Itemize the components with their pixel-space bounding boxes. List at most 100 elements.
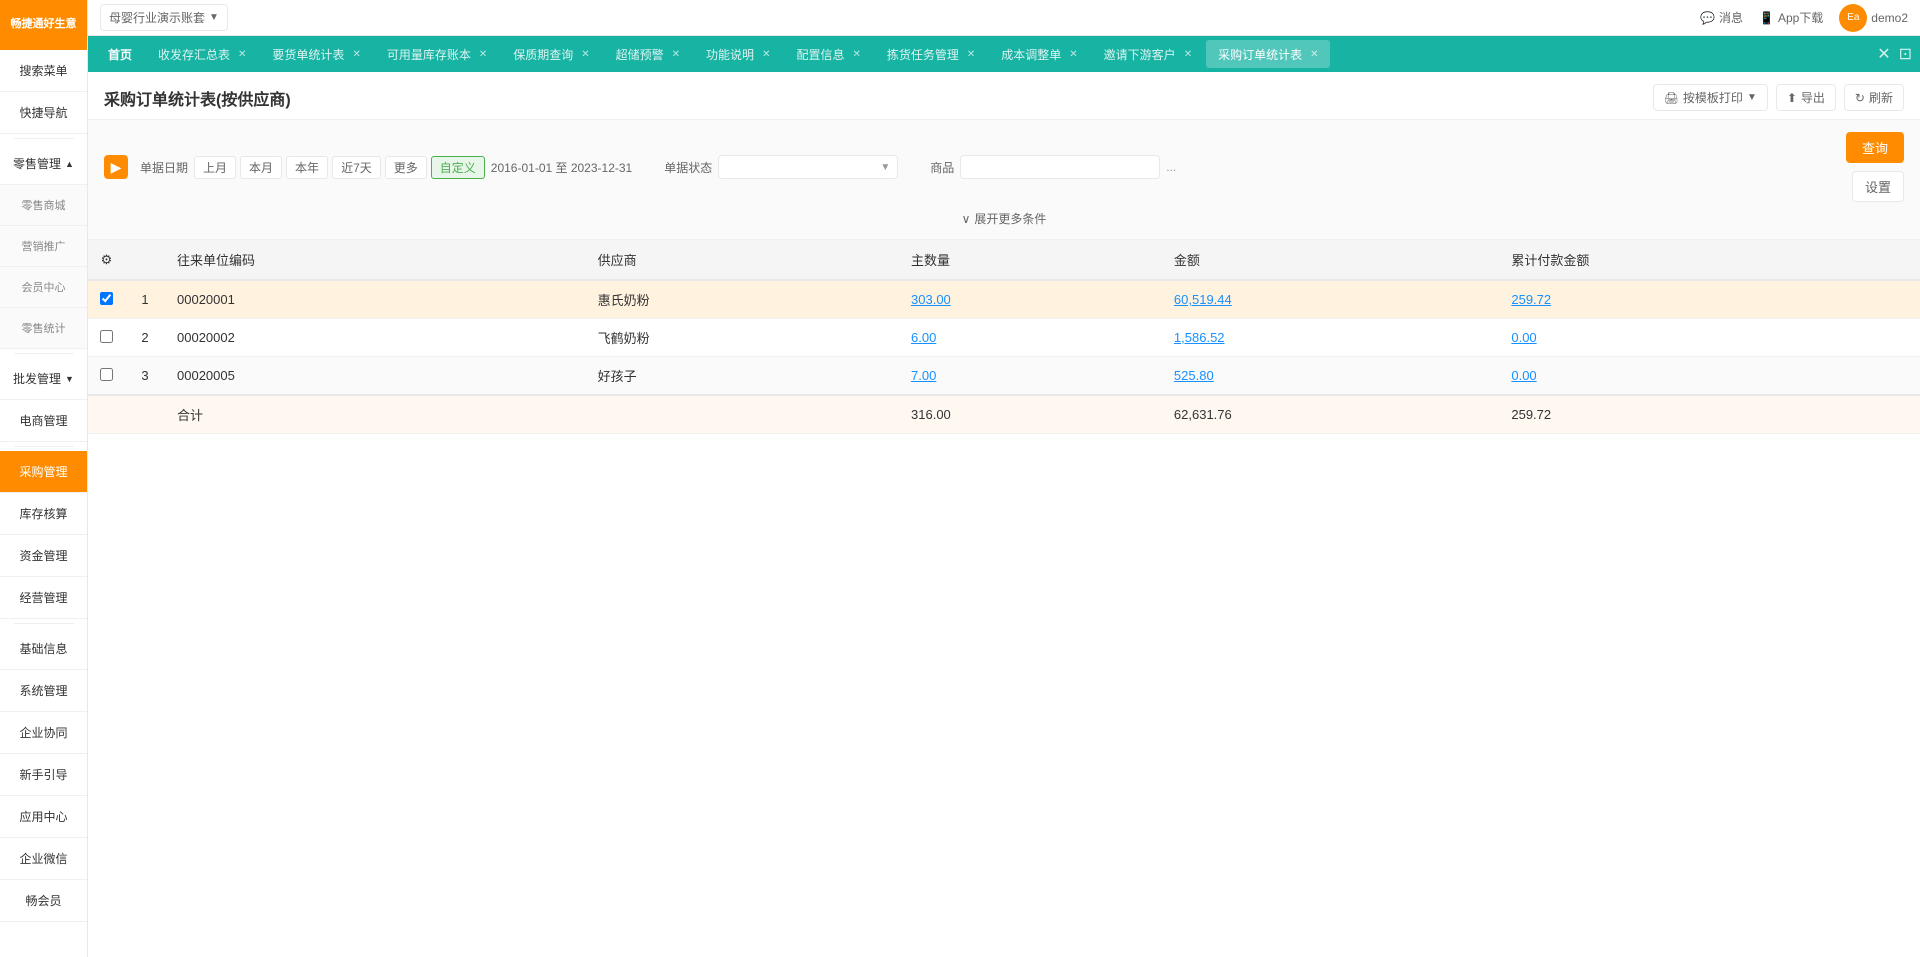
th-amount[interactable]: 金额 (1162, 240, 1499, 280)
sidebar-item-purchase[interactable]: 采购管理 (0, 451, 88, 493)
tab-close-caigou[interactable]: ✕ (1310, 49, 1318, 60)
tab-close-chengbentiaozhen[interactable]: ✕ (1069, 49, 1077, 60)
workspace-selector[interactable]: 母婴行业演示账套 ▼ (100, 4, 228, 31)
footer-empty (88, 395, 165, 434)
tab-close-yaoqing[interactable]: ✕ (1184, 49, 1192, 60)
tab-close-chaochuyujing[interactable]: ✕ (672, 49, 680, 60)
tab-baoyuanqi[interactable]: 保质期查询 ✕ (501, 40, 601, 68)
tab-close-baoyuanqi[interactable]: ✕ (581, 49, 589, 60)
expand-conditions-btn[interactable]: ∨ 展开更多条件 (962, 210, 1047, 227)
sidebar-item-retail[interactable]: 零售管理 ▲ (0, 143, 88, 185)
template-print-button[interactable]: 🖨 按模板打印 ▼ (1653, 84, 1768, 111)
sidebar-item-finance[interactable]: 资金管理 (0, 535, 88, 577)
td-paid-2[interactable]: 0.00 (1499, 319, 1920, 357)
row-checkbox-2[interactable] (100, 330, 113, 343)
sidebar-item-wholesale[interactable]: 批发管理 ▼ (0, 358, 88, 400)
th-paid[interactable]: 累计付款金额 (1499, 240, 1920, 280)
tab-close-keyongliang[interactable]: ✕ (479, 49, 487, 60)
app-download-btn[interactable]: 📱 App下载 (1759, 9, 1823, 26)
more-filter-btn[interactable]: ... (1166, 160, 1176, 174)
sidebar-item-marketing[interactable]: 营销推广 (0, 226, 88, 267)
date-option-this-year[interactable]: 本年 (286, 156, 328, 179)
status-select[interactable]: 全部 已审核 待审核 (718, 155, 898, 179)
sidebar-item-basic-info[interactable]: 基础信息 (0, 628, 88, 670)
tab-home[interactable]: 首页 (96, 40, 144, 68)
table-row[interactable]: 1 00020001 惠氏奶粉 303.00 60,519.44 259.72 (88, 280, 1920, 319)
refresh-button[interactable]: ↻ 刷新 (1844, 84, 1904, 111)
td-check-1[interactable] (88, 280, 125, 319)
tab-gongneng[interactable]: 功能说明 ✕ (694, 40, 782, 68)
td-check-3[interactable] (88, 357, 125, 396)
td-num-2: 2 (125, 319, 165, 357)
th-supplier[interactable]: 供应商 (586, 240, 899, 280)
sidebar-item-app-center[interactable]: 应用中心 (0, 796, 88, 838)
td-amount-2[interactable]: 1,586.52 (1162, 319, 1499, 357)
row-checkbox-1[interactable] (100, 292, 113, 305)
sidebar-item-ecommerce[interactable]: 电商管理 (0, 400, 88, 442)
tab-caigou[interactable]: 采购订单统计表 ✕ (1206, 40, 1330, 68)
th-code[interactable]: 往来单位编码 (165, 240, 586, 280)
tab-yaoqing[interactable]: 邀请下游客户 ✕ (1092, 40, 1204, 68)
date-option-this-month[interactable]: 本月 (240, 156, 282, 179)
td-amount-1[interactable]: 60,519.44 (1162, 280, 1499, 319)
refresh-icon: ↻ (1855, 91, 1865, 105)
tab-close-yaohuodantongji[interactable]: ✕ (352, 49, 360, 60)
sidebar-item-inventory[interactable]: 库存核算 (0, 493, 88, 535)
sidebar-item-wechat[interactable]: 企业微信 (0, 838, 88, 880)
sidebar-item-operations[interactable]: 经营管理 (0, 577, 88, 619)
row-checkbox-3[interactable] (100, 368, 113, 381)
date-option-more[interactable]: 更多 (385, 156, 427, 179)
td-quantity-2[interactable]: 6.00 (899, 319, 1162, 357)
tab-restore-icon[interactable]: ⊡ (1899, 44, 1912, 64)
table-row[interactable]: 3 00020005 好孩子 7.00 525.80 0.00 (88, 357, 1920, 396)
tab-close-gongneng[interactable]: ✕ (762, 49, 770, 60)
sidebar-item-member[interactable]: 会员中心 (0, 267, 88, 308)
tab-keyongliang[interactable]: 可用量库存账本 ✕ (375, 40, 499, 68)
page-title: 采购订单统计表(按供应商) (104, 86, 291, 110)
tab-close-all-icon[interactable]: ✕ (1877, 44, 1890, 64)
td-paid-1[interactable]: 259.72 (1499, 280, 1920, 319)
page-content: 采购订单统计表(按供应商) 🖨 按模板打印 ▼ ⬆ 导出 ↻ 刷新 (88, 72, 1920, 957)
sidebar-item-retail-shop[interactable]: 零售商城 (0, 185, 88, 226)
sidebar-item-vip[interactable]: 畅会员 (0, 880, 88, 922)
th-quantity[interactable]: 主数量 (899, 240, 1162, 280)
tab-shoufahuizong[interactable]: 收发存汇总表 ✕ (146, 40, 258, 68)
query-button[interactable]: 查询 (1846, 132, 1904, 163)
td-amount-3[interactable]: 525.80 (1162, 357, 1499, 396)
tab-peizhi[interactable]: 配置信息 ✕ (784, 40, 872, 68)
th-gear[interactable]: ⚙ (88, 240, 125, 280)
filter-toggle-btn[interactable]: ▶ (104, 155, 128, 179)
td-check-2[interactable] (88, 319, 125, 357)
sidebar-item-system[interactable]: 系统管理 (0, 670, 88, 712)
td-supplier-2: 飞鹤奶粉 (586, 319, 899, 357)
tab-chaochuyujing[interactable]: 超储预警 ✕ (604, 40, 692, 68)
product-filter-label: 商品 (930, 159, 954, 176)
sidebar-item-quick-nav[interactable]: 快捷导航 (0, 92, 88, 134)
tab-close-peihuorenwu[interactable]: ✕ (967, 49, 975, 60)
sidebar-item-retail-stats[interactable]: 零售统计 (0, 308, 88, 349)
table-row[interactable]: 2 00020002 飞鹤奶粉 6.00 1,586.52 0.00 (88, 319, 1920, 357)
tab-close-shoufahuizong[interactable]: ✕ (238, 49, 246, 60)
sidebar-item-newbie[interactable]: 新手引导 (0, 754, 88, 796)
date-option-7days[interactable]: 近7天 (332, 156, 381, 179)
settings-button[interactable]: 设置 (1852, 171, 1904, 202)
message-btn[interactable]: 💬 消息 (1700, 9, 1743, 26)
table-area: ⚙ 往来单位编码 供应商 主数量 金额 累计付款金额 (88, 240, 1920, 957)
td-paid-3[interactable]: 0.00 (1499, 357, 1920, 396)
workspace-label: 母婴行业演示账套 (109, 9, 205, 26)
print-icon: 🖨 (1664, 91, 1679, 105)
date-option-last-month[interactable]: 上月 (194, 156, 236, 179)
export-button[interactable]: ⬆ 导出 (1776, 84, 1836, 111)
tab-peihuorenwu[interactable]: 拣货任务管理 ✕ (875, 40, 987, 68)
sidebar-item-enterprise[interactable]: 企业协同 (0, 712, 88, 754)
date-options: 上月 本月 本年 近7天 更多 自定义 (194, 156, 485, 179)
tab-chengbentiaozhen[interactable]: 成本调整单 ✕ (989, 40, 1089, 68)
user-profile[interactable]: Ea demo2 (1839, 4, 1908, 32)
td-quantity-3[interactable]: 7.00 (899, 357, 1162, 396)
sidebar-item-search[interactable]: 搜索菜单 (0, 50, 88, 92)
td-quantity-1[interactable]: 303.00 (899, 280, 1162, 319)
date-option-custom[interactable]: 自定义 (431, 156, 485, 179)
product-input[interactable] (960, 155, 1160, 179)
tab-yaohuodantongji[interactable]: 要货单统计表 ✕ (260, 40, 372, 68)
tab-close-peizhi[interactable]: ✕ (852, 49, 860, 60)
